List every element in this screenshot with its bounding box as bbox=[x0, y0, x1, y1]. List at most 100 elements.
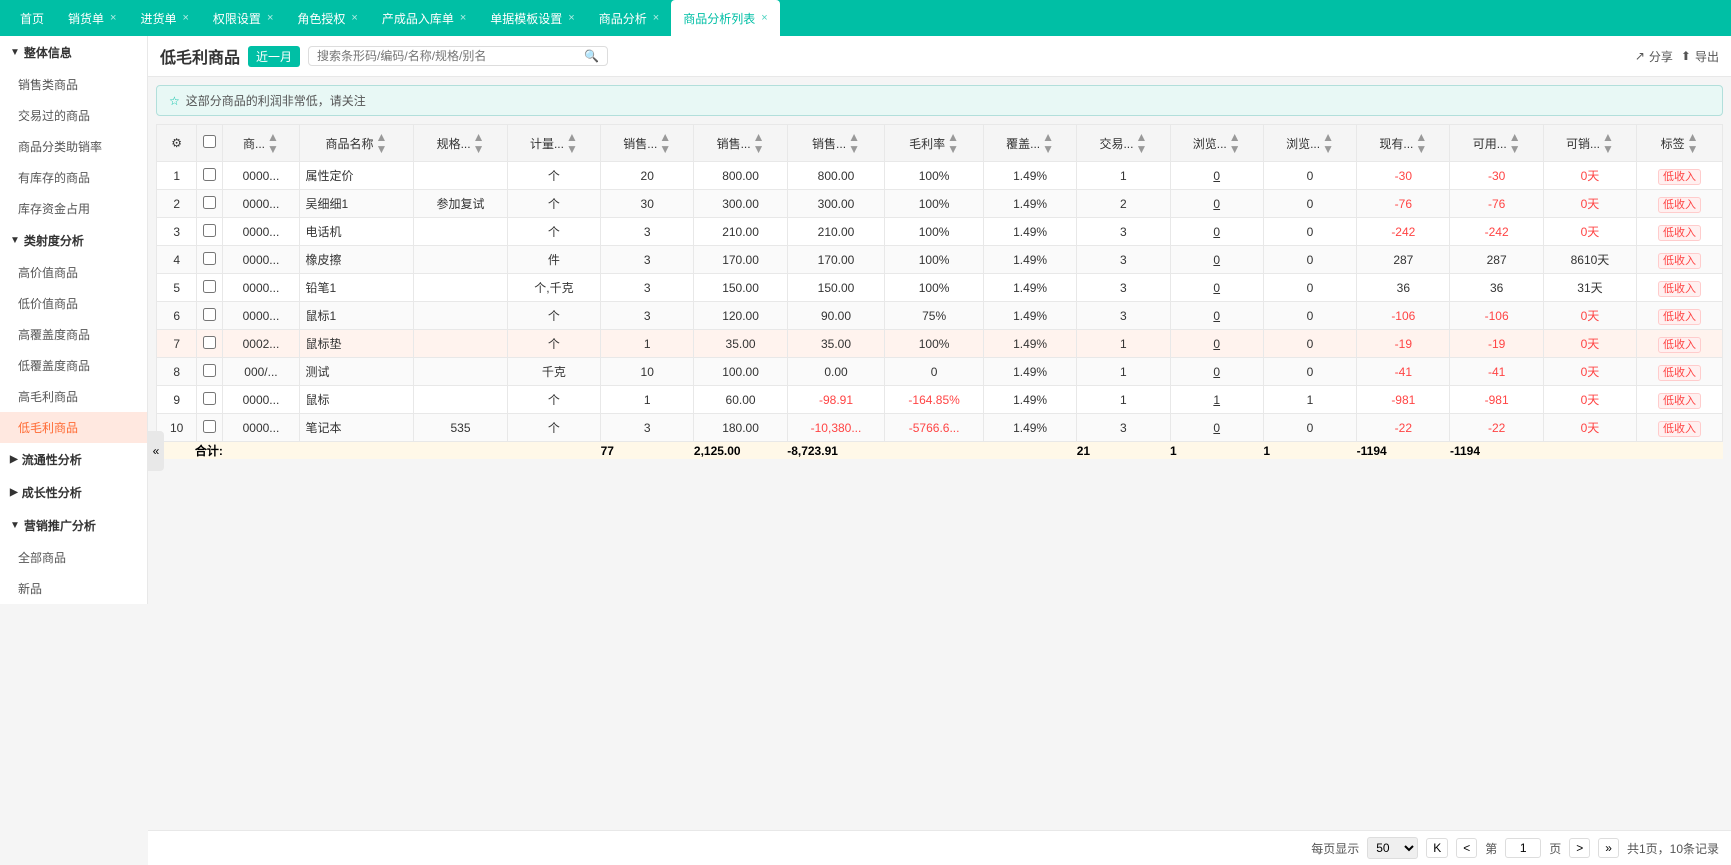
th-coverage[interactable]: 覆盖...▲▼ bbox=[983, 125, 1076, 162]
close-icon[interactable]: × bbox=[568, 12, 574, 24]
nav-sales[interactable]: 销货单 × bbox=[56, 0, 128, 36]
close-icon[interactable]: × bbox=[653, 12, 659, 24]
export-button[interactable]: ⬆ 导出 bbox=[1681, 48, 1719, 65]
next-page-button[interactable]: > bbox=[1569, 838, 1590, 858]
row-select-checkbox[interactable] bbox=[203, 224, 216, 237]
row-view1[interactable]: 0 bbox=[1170, 246, 1263, 274]
row-view1[interactable]: 1 bbox=[1170, 386, 1263, 414]
row-select-checkbox[interactable] bbox=[203, 280, 216, 293]
view1-link[interactable]: 0 bbox=[1213, 421, 1220, 435]
th-name[interactable]: 商品名称▲▼ bbox=[299, 125, 414, 162]
row-view1[interactable]: 0 bbox=[1170, 358, 1263, 386]
sidebar-item-high-coverage[interactable]: 高覆盖度商品 bbox=[0, 319, 147, 350]
view1-link[interactable]: 0 bbox=[1213, 253, 1220, 267]
th-transaction[interactable]: 交易...▲▼ bbox=[1077, 125, 1170, 162]
nav-template[interactable]: 单据模板设置 × bbox=[478, 0, 586, 36]
sidebar-item-sales-goods[interactable]: 销售类商品 bbox=[0, 69, 147, 100]
nav-role[interactable]: 角色授权 × bbox=[285, 0, 369, 36]
row-select-checkbox[interactable] bbox=[203, 252, 216, 265]
sidebar-item-stock-goods[interactable]: 有库存的商品 bbox=[0, 162, 147, 193]
nav-product-analysis-list[interactable]: 商品分析列表 × bbox=[671, 0, 779, 36]
sidebar-item-high-margin[interactable]: 高毛利商品 bbox=[0, 381, 147, 412]
th-view2[interactable]: 浏览...▲▼ bbox=[1263, 125, 1356, 162]
th-unit[interactable]: 计量...▲▼ bbox=[507, 125, 600, 162]
row-view1[interactable]: 0 bbox=[1170, 218, 1263, 246]
row-checkbox[interactable] bbox=[197, 414, 223, 442]
sidebar-item-low-value[interactable]: 低价值商品 bbox=[0, 288, 147, 319]
view1-link[interactable]: 1 bbox=[1213, 393, 1220, 407]
first-page-button[interactable]: K bbox=[1426, 838, 1448, 858]
th-tag[interactable]: 标签▲▼ bbox=[1637, 125, 1723, 162]
close-icon[interactable]: × bbox=[761, 12, 767, 24]
sidebar-item-new-goods[interactable]: 新品 bbox=[0, 573, 147, 604]
sidebar-item-stock-capital[interactable]: 库存资金占用 bbox=[0, 193, 147, 224]
row-checkbox[interactable] bbox=[197, 190, 223, 218]
nav-permission[interactable]: 权限设置 × bbox=[201, 0, 285, 36]
sidebar-group-marketing[interactable]: ▼ 营销推广分析 bbox=[0, 509, 147, 542]
row-select-checkbox[interactable] bbox=[203, 168, 216, 181]
th-sale-qty[interactable]: 销售...▲▼ bbox=[601, 125, 694, 162]
sidebar-item-low-coverage[interactable]: 低覆盖度商品 bbox=[0, 350, 147, 381]
row-checkbox[interactable] bbox=[197, 302, 223, 330]
row-view1[interactable]: 0 bbox=[1170, 162, 1263, 190]
last-page-button[interactable]: » bbox=[1598, 838, 1619, 858]
row-checkbox[interactable] bbox=[197, 330, 223, 358]
row-select-checkbox[interactable] bbox=[203, 392, 216, 405]
view1-link[interactable]: 0 bbox=[1213, 309, 1220, 323]
th-current-stock[interactable]: 现有...▲▼ bbox=[1357, 125, 1450, 162]
search-icon[interactable]: 🔍 bbox=[584, 49, 599, 63]
close-icon[interactable]: × bbox=[267, 12, 273, 24]
th-setting[interactable]: ⚙ bbox=[157, 125, 197, 162]
sidebar-item-traded-goods[interactable]: 交易过的商品 bbox=[0, 100, 147, 131]
sidebar-collapse-button[interactable]: « bbox=[148, 431, 164, 471]
view1-link[interactable]: 0 bbox=[1213, 169, 1220, 183]
row-view1[interactable]: 0 bbox=[1170, 414, 1263, 442]
row-checkbox[interactable] bbox=[197, 358, 223, 386]
sidebar-group-circulation[interactable]: ▶ 流通性分析 bbox=[0, 443, 147, 476]
row-view1[interactable]: 0 bbox=[1170, 330, 1263, 358]
nav-home[interactable]: 首页 bbox=[8, 0, 56, 36]
sidebar-item-all-goods[interactable]: 全部商品 bbox=[0, 542, 147, 573]
view1-link[interactable]: 0 bbox=[1213, 337, 1220, 351]
date-filter-button[interactable]: 近一月 bbox=[248, 46, 300, 67]
row-select-checkbox[interactable] bbox=[203, 308, 216, 321]
sidebar-group-overall[interactable]: ▼ 整体信息 bbox=[0, 36, 147, 69]
view1-link[interactable]: 0 bbox=[1213, 197, 1220, 211]
share-button[interactable]: ↗ 分享 bbox=[1635, 48, 1673, 65]
table-container[interactable]: ⚙ 商...▲▼ 商品名称▲▼ 规格...▲▼ 计量...▲▼ 销售...▲▼ … bbox=[148, 124, 1731, 830]
row-checkbox[interactable] bbox=[197, 218, 223, 246]
row-view1[interactable]: 0 bbox=[1170, 274, 1263, 302]
row-checkbox[interactable] bbox=[197, 162, 223, 190]
row-select-checkbox[interactable] bbox=[203, 336, 216, 349]
th-gross-margin[interactable]: 毛利率▲▼ bbox=[885, 125, 984, 162]
row-select-checkbox[interactable] bbox=[203, 364, 216, 377]
close-icon[interactable]: × bbox=[110, 12, 116, 24]
page-size-select[interactable]: 50 100 bbox=[1367, 837, 1418, 859]
view1-link[interactable]: 0 bbox=[1213, 281, 1220, 295]
th-saleable[interactable]: 可销...▲▼ bbox=[1543, 125, 1636, 162]
sidebar-item-category-rate[interactable]: 商品分类助销率 bbox=[0, 131, 147, 162]
close-icon[interactable]: × bbox=[351, 12, 357, 24]
th-available[interactable]: 可用...▲▼ bbox=[1450, 125, 1543, 162]
view1-link[interactable]: 0 bbox=[1213, 365, 1220, 379]
view1-link[interactable]: 0 bbox=[1213, 225, 1220, 239]
select-all-checkbox[interactable] bbox=[203, 135, 216, 148]
row-select-checkbox[interactable] bbox=[203, 420, 216, 433]
search-input[interactable] bbox=[317, 49, 584, 63]
close-icon[interactable]: × bbox=[182, 12, 188, 24]
th-checkbox[interactable] bbox=[197, 125, 223, 162]
th-sale-amount[interactable]: 销售...▲▼ bbox=[787, 125, 885, 162]
row-checkbox[interactable] bbox=[197, 246, 223, 274]
close-icon[interactable]: × bbox=[460, 12, 466, 24]
row-checkbox[interactable] bbox=[197, 386, 223, 414]
sidebar-group-class[interactable]: ▼ 类射度分析 bbox=[0, 224, 147, 257]
th-sale-price[interactable]: 销售...▲▼ bbox=[694, 125, 787, 162]
prev-page-button[interactable]: < bbox=[1456, 838, 1477, 858]
row-select-checkbox[interactable] bbox=[203, 196, 216, 209]
row-view1[interactable]: 0 bbox=[1170, 302, 1263, 330]
th-view1[interactable]: 浏览...▲▼ bbox=[1170, 125, 1263, 162]
nav-product-analysis[interactable]: 商品分析 × bbox=[587, 0, 671, 36]
th-code[interactable]: 商...▲▼ bbox=[223, 125, 299, 162]
row-checkbox[interactable] bbox=[197, 274, 223, 302]
th-spec[interactable]: 规格...▲▼ bbox=[414, 125, 507, 162]
